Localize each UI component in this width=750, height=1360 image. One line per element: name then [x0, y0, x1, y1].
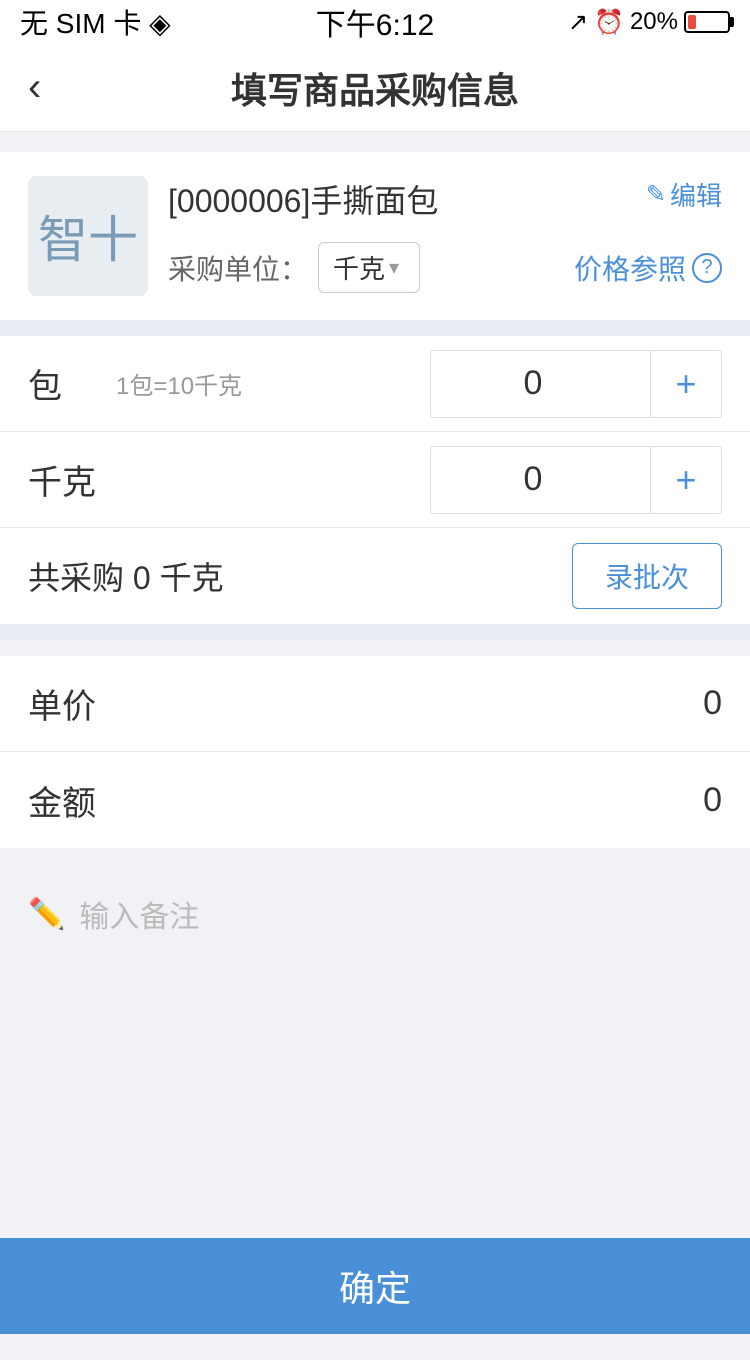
- page-title: 填写商品采购信息: [231, 62, 519, 114]
- bao-label: 包: [28, 359, 108, 408]
- product-logo: 智十: [38, 200, 138, 272]
- total-suffix: 千克: [160, 560, 224, 596]
- qianke-plus-button[interactable]: +: [650, 446, 722, 514]
- battery-percent: 20%: [630, 8, 678, 36]
- back-button[interactable]: ‹: [28, 65, 41, 110]
- note-section[interactable]: ✏️ 输入备注: [0, 864, 750, 964]
- input-section: 包 1包=10千克 + 千克 +: [0, 336, 750, 528]
- bao-sublabel: 1包=10千克: [116, 366, 242, 401]
- price-ref-icon: ?: [692, 253, 722, 283]
- amount-label: 金额: [28, 776, 96, 825]
- total-text: 共采购 0 千克: [28, 553, 224, 599]
- product-info: [0000006]手撕面包 ✎ 编辑 采购单位： 千克 ▾ 价格参照 ?: [168, 176, 722, 293]
- note-placeholder: 输入备注: [79, 892, 199, 936]
- qianke-label: 千克: [28, 455, 108, 504]
- price-ref-button[interactable]: 价格参照 ?: [574, 248, 722, 288]
- section-divider-2: [0, 624, 750, 640]
- empty-space: [0, 964, 750, 1264]
- unit-price-value: 0: [703, 684, 722, 723]
- unit-value: 千克: [333, 249, 385, 286]
- total-prefix: 共采购: [28, 560, 124, 596]
- total-value: 0: [133, 560, 160, 596]
- unit-select[interactable]: 千克 ▾: [318, 242, 420, 293]
- unit-select-arrow-icon: ▾: [389, 255, 399, 280]
- amount-value: 0: [703, 781, 722, 820]
- amount-row: 金额 0: [0, 752, 750, 848]
- total-row: 共采购 0 千克 录批次: [0, 528, 750, 624]
- unit-price-label: 单价: [28, 679, 96, 728]
- edit-button[interactable]: ✎ 编辑: [646, 176, 722, 213]
- qianke-input-right: +: [430, 446, 722, 514]
- status-bar: 无 SIM 卡 ◈ 下午6:12 ↗ ⏰ 20%: [0, 0, 750, 44]
- confirm-button[interactable]: 确定: [0, 1238, 750, 1334]
- bao-plus-button[interactable]: +: [650, 350, 722, 418]
- status-right: ↗ ⏰ 20%: [568, 8, 730, 37]
- battery-icon: [684, 11, 730, 33]
- bao-input-row: 包 1包=10千克 +: [0, 336, 750, 432]
- edit-label: 编辑: [670, 176, 722, 213]
- price-section: 单价 0 金额 0: [0, 656, 750, 848]
- qianke-input-row: 千克 +: [0, 432, 750, 528]
- product-image: 智十: [28, 176, 148, 296]
- time-text: 下午6:12: [316, 0, 434, 44]
- alarm-icon: ⏰: [594, 8, 624, 37]
- bao-input-right: +: [430, 350, 722, 418]
- product-name: [0000006]手撕面包: [168, 176, 646, 222]
- note-icon: ✏️: [28, 897, 65, 932]
- nav-bar: ‹ 填写商品采购信息: [0, 44, 750, 132]
- confirm-label: 确定: [339, 1260, 411, 1312]
- product-name-row: [0000006]手撕面包 ✎ 编辑: [168, 176, 722, 222]
- unit-label-text: 采购单位：: [168, 248, 308, 288]
- unit-price-row: 单价 0: [0, 656, 750, 752]
- price-ref-label: 价格参照: [574, 248, 686, 288]
- location-icon: ↗: [568, 8, 588, 37]
- bao-input[interactable]: [430, 350, 650, 418]
- unit-row: 采购单位： 千克 ▾ 价格参照 ?: [168, 242, 722, 293]
- product-card: 智十 [0000006]手撕面包 ✎ 编辑 采购单位： 千克 ▾: [0, 152, 750, 320]
- edit-icon: ✎: [646, 180, 666, 209]
- carrier-text: 无 SIM 卡 ◈: [20, 2, 171, 42]
- batch-button[interactable]: 录批次: [572, 543, 722, 609]
- qianke-input[interactable]: [430, 446, 650, 514]
- section-divider-1: [0, 320, 750, 336]
- unit-label: 采购单位： 千克 ▾: [168, 242, 420, 293]
